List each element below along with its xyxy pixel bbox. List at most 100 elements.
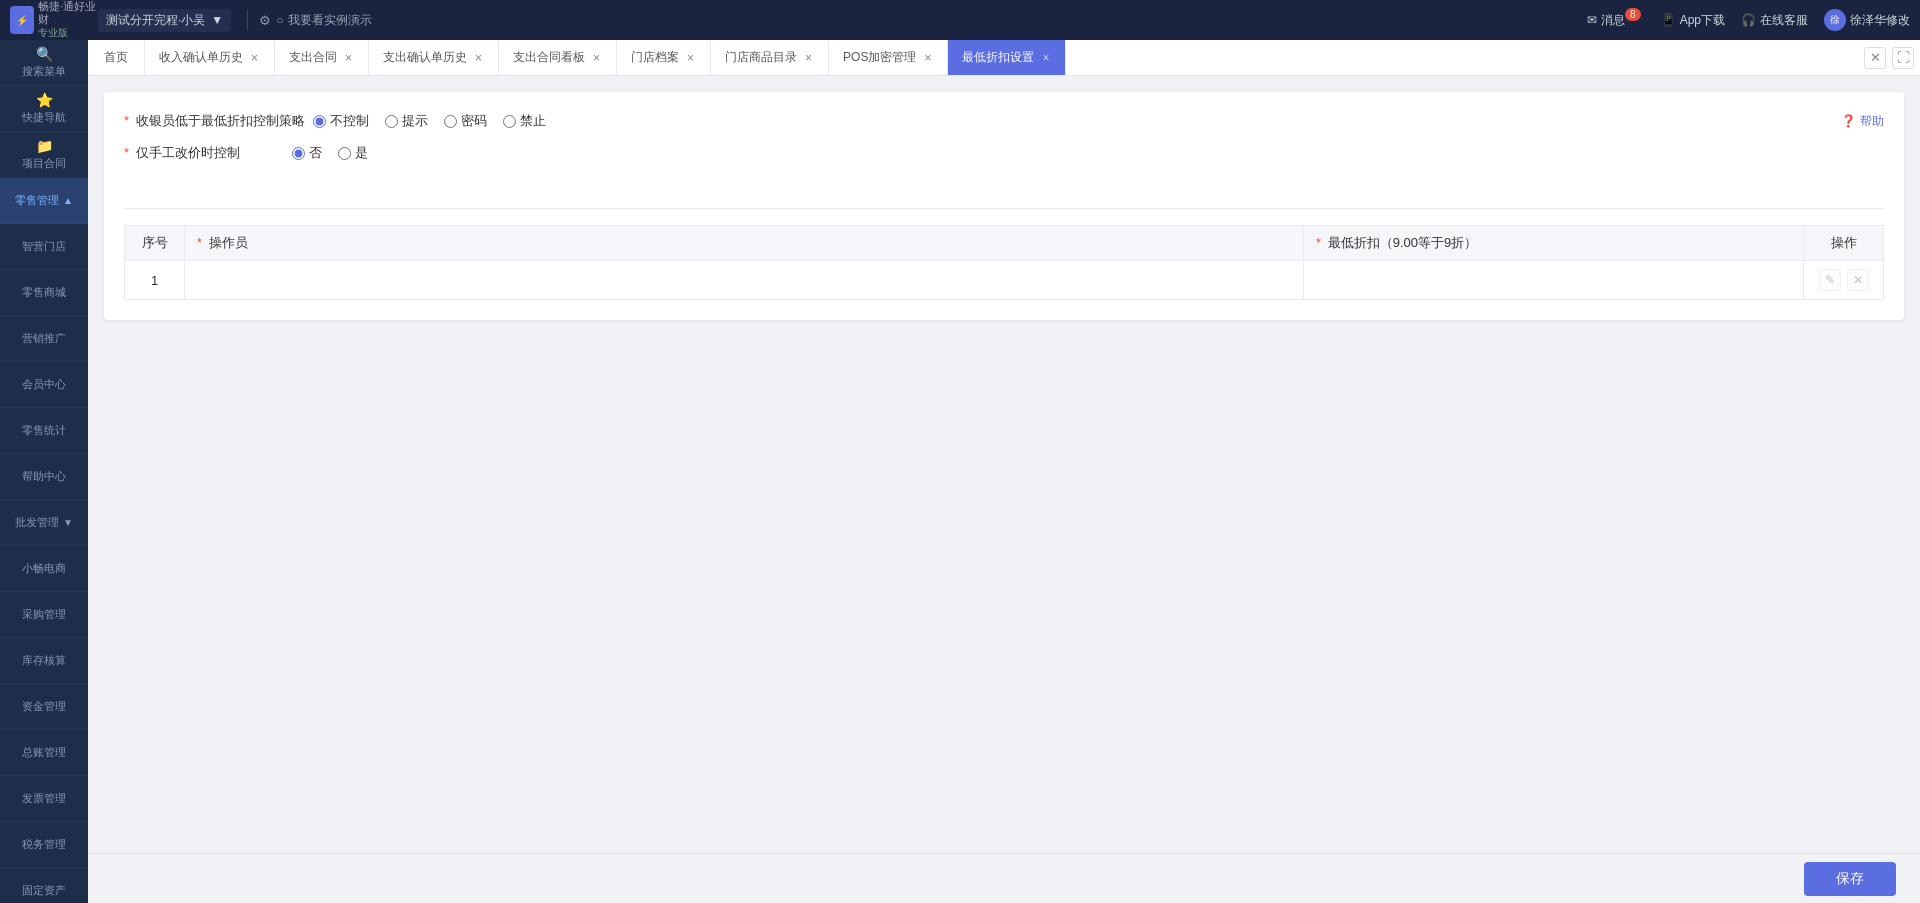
tab-payment-contract[interactable]: 支出合同 ×	[275, 40, 369, 76]
tab-expand-btn[interactable]: ⛶	[1892, 47, 1914, 69]
required-star-1: *	[124, 113, 129, 128]
sidebar-item-retail[interactable]: 零售管理 ▲	[0, 178, 88, 224]
th-operator: * 操作员	[185, 226, 1304, 261]
radio-group-1: 不控制 提示 密码 禁	[313, 112, 546, 130]
project-selector[interactable]: 测试分开完程·小吴 ▼	[98, 9, 231, 32]
save-button[interactable]: 保存	[1804, 862, 1896, 896]
radio-no[interactable]: 否	[292, 144, 322, 162]
tab-payment-history-close[interactable]: ×	[473, 51, 484, 65]
demo-label: 我要看实例演示	[288, 12, 372, 29]
sidebar-item-accounting[interactable]: 总账管理	[0, 730, 88, 776]
tab-payment-history-label: 支出确认单历史	[383, 49, 467, 66]
tab-store-archive-label: 门店档案	[631, 49, 679, 66]
bottom-bar: 保存	[88, 853, 1920, 903]
sidebar-item-assets[interactable]: 固定资产	[0, 868, 88, 903]
tab-bar: 首页 收入确认单历史 × 支出合同 × 支出确认单历史 × 支出合同看板 × 门…	[88, 40, 1920, 76]
sidebar-item-search[interactable]: 🔍 搜索菜单	[0, 40, 88, 86]
sidebar-item-tax-label: 税务管理	[22, 837, 66, 851]
delete-btn[interactable]: ✕	[1847, 269, 1869, 291]
chevron-up-icon: ▲	[63, 195, 73, 206]
demo-link[interactable]: ○ 我要看实例演示	[276, 12, 372, 29]
app-icon: 📱	[1661, 13, 1676, 27]
tab-payment-contract-close[interactable]: ×	[343, 51, 354, 65]
tab-income-history-close[interactable]: ×	[249, 51, 260, 65]
logo-sub: 专业版	[38, 26, 98, 40]
tab-income-history-label: 收入确认单历史	[159, 49, 243, 66]
sidebar-item-ecommerce-label: 小畅电商	[22, 561, 66, 575]
radio-remind-input[interactable]	[385, 115, 398, 128]
sidebar-item-member[interactable]: 会员中心	[0, 362, 88, 408]
search-icon: 🔍	[36, 46, 53, 62]
tab-payment-board-close[interactable]: ×	[591, 51, 602, 65]
edit-icon: ✎	[1825, 273, 1835, 287]
sidebar-item-purchase-label: 采购管理	[22, 607, 66, 621]
table-container: 序号 * 操作员 * 最低折扣（9.00等于9折）	[124, 225, 1884, 300]
radio-group-2: 否 是	[292, 144, 368, 162]
message-badge: 8	[1625, 8, 1641, 21]
sidebar-item-invoice[interactable]: 发票管理	[0, 776, 88, 822]
tab-min-discount[interactable]: 最低折扣设置 ×	[948, 40, 1066, 76]
help-link[interactable]: ❓ 帮助	[1841, 113, 1884, 130]
radio-forbid[interactable]: 禁止	[503, 112, 546, 130]
sidebar-item-shortcut-label: 快捷导航	[22, 110, 66, 124]
app-download-btn[interactable]: 📱 App下载	[1661, 12, 1725, 29]
sidebar-item-accounting-label: 总账管理	[22, 745, 66, 759]
radio-remind[interactable]: 提示	[385, 112, 428, 130]
tab-close-all-btn[interactable]: ✕	[1864, 47, 1886, 69]
sidebar-item-retail-mall[interactable]: 零售商城	[0, 270, 88, 316]
star-icon: ⭐	[36, 92, 53, 108]
tab-pos-password[interactable]: POS加密管理 ×	[829, 40, 948, 76]
edit-btn[interactable]: ✎	[1819, 269, 1841, 291]
tab-actions: ✕ ⛶	[1864, 47, 1920, 69]
radio-no-control[interactable]: 不控制	[313, 112, 369, 130]
tab-income-history[interactable]: 收入确认单历史 ×	[145, 40, 275, 76]
tab-payment-contract-label: 支出合同	[289, 49, 337, 66]
sidebar-item-ecommerce[interactable]: 小畅电商	[0, 546, 88, 592]
sidebar-item-project[interactable]: 📁 项目合同	[0, 132, 88, 178]
radio-yes-input[interactable]	[338, 147, 351, 160]
sidebar-item-help[interactable]: 帮助中心	[0, 454, 88, 500]
tab-min-discount-close[interactable]: ×	[1040, 51, 1051, 65]
sidebar-item-wholesale-label: 批发管理	[15, 515, 59, 529]
sidebar-item-wholesale[interactable]: 批发管理 ▼	[0, 500, 88, 546]
sidebar-item-purchase[interactable]: 采购管理	[0, 592, 88, 638]
sidebar-item-finance[interactable]: 资金管理	[0, 684, 88, 730]
sidebar-item-project-label: 项目合同	[22, 156, 66, 170]
cell-seq: 1	[125, 261, 185, 300]
sidebar-item-search-label: 搜索菜单	[22, 64, 66, 78]
tab-store-archive[interactable]: 门店档案 ×	[617, 40, 711, 76]
radio-yes[interactable]: 是	[338, 144, 368, 162]
sidebar-item-retail-stats[interactable]: 零售统计	[0, 408, 88, 454]
tab-store-goods-close[interactable]: ×	[803, 51, 814, 65]
tab-home[interactable]: 首页	[88, 40, 145, 76]
radio-password[interactable]: 密码	[444, 112, 487, 130]
sidebar-item-marketing-label: 营销推广	[22, 331, 66, 345]
tab-payment-board[interactable]: 支出合同看板 ×	[499, 40, 617, 76]
message-btn[interactable]: ✉ 消息 8	[1587, 12, 1645, 29]
sidebar: 🔍 搜索菜单 ⭐ 快捷导航 📁 项目合同 零售管理 ▲ 智营门店 零售商城 营销…	[0, 40, 88, 903]
th-action: 操作	[1804, 226, 1884, 261]
customer-service-btn[interactable]: 🎧 在线客服	[1741, 12, 1808, 29]
radio-password-input[interactable]	[444, 115, 457, 128]
table-row: 1 ✎ ✕	[125, 261, 1884, 300]
tab-payment-history[interactable]: 支出确认单历史 ×	[369, 40, 499, 76]
page-content: * 收银员低于最低折扣控制策略 不控制 提示	[88, 76, 1920, 853]
sidebar-item-tax[interactable]: 税务管理	[0, 822, 88, 868]
sidebar-item-shortcut[interactable]: ⭐ 快捷导航	[0, 86, 88, 132]
sidebar-item-invoice-label: 发票管理	[22, 791, 66, 805]
radio-no-control-input[interactable]	[313, 115, 326, 128]
folder-icon: 📁	[36, 138, 53, 154]
sidebar-item-marketing[interactable]: 营销推广	[0, 316, 88, 362]
top-bar-right: ✉ 消息 8 📱 App下载 🎧 在线客服 徐 徐泽华修改	[1587, 9, 1910, 31]
tab-store-goods[interactable]: 门店商品目录 ×	[711, 40, 829, 76]
tab-pos-password-close[interactable]: ×	[922, 51, 933, 65]
settings-icon[interactable]: ⚙	[254, 9, 276, 31]
sidebar-item-inventory[interactable]: 库存核算	[0, 638, 88, 684]
tab-pos-password-label: POS加密管理	[843, 49, 916, 66]
tab-store-archive-close[interactable]: ×	[685, 51, 696, 65]
expand-icon: ⛶	[1897, 50, 1910, 65]
user-avatar-btn[interactable]: 徐 徐泽华修改	[1824, 9, 1910, 31]
radio-no-input[interactable]	[292, 147, 305, 160]
sidebar-item-smart-store[interactable]: 智营门店	[0, 224, 88, 270]
radio-forbid-input[interactable]	[503, 115, 516, 128]
